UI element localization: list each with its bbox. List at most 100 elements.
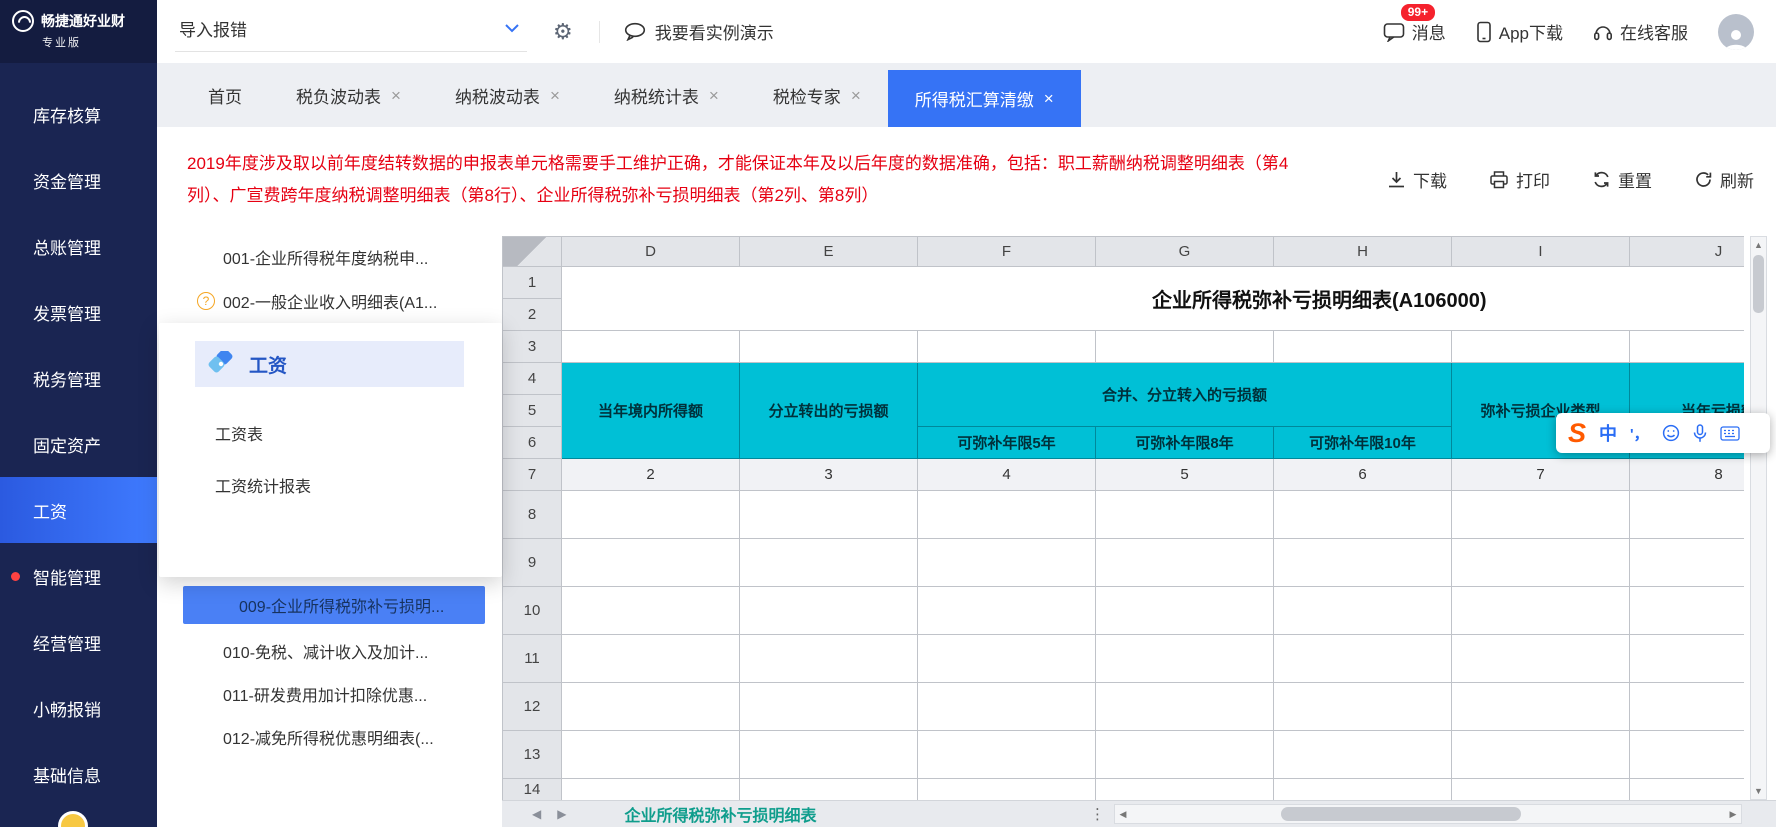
gear-icon[interactable]: ⚙: [553, 20, 573, 43]
grid-cell[interactable]: [1630, 491, 1744, 539]
close-icon[interactable]: ×: [851, 87, 861, 104]
sidebar-item-inventory[interactable]: 库存核算: [0, 81, 157, 147]
grid-cell[interactable]: [918, 491, 1096, 539]
grid-cell[interactable]: [918, 683, 1096, 731]
sidebar-item-salary[interactable]: 工资: [0, 477, 157, 543]
more-options-icon[interactable]: ⋮: [1090, 805, 1105, 823]
grid-cell[interactable]: [562, 331, 740, 363]
sidebar-item-smart-management[interactable]: 智能管理: [0, 543, 157, 609]
grid-cell[interactable]: [918, 731, 1096, 779]
grid-cell[interactable]: [740, 539, 918, 587]
user-avatar[interactable]: [1718, 13, 1754, 50]
app-download-button[interactable]: App下载: [1476, 19, 1563, 44]
refresh-button[interactable]: 刷新: [1694, 167, 1754, 192]
sidebar-item-expense[interactable]: 小畅报销: [0, 675, 157, 741]
tab-tax-statistics[interactable]: 纳税统计表 ×: [587, 63, 746, 127]
tab-tax-fluctuation[interactable]: 纳税波动表 ×: [428, 63, 587, 127]
grid-cell[interactable]: [1274, 683, 1452, 731]
grid-cell[interactable]: 7: [1452, 459, 1630, 491]
row-header[interactable]: 7: [503, 459, 562, 491]
column-header-i[interactable]: I: [1452, 237, 1630, 267]
reset-button[interactable]: 重置: [1592, 167, 1652, 192]
grid-cell[interactable]: [1452, 587, 1630, 635]
microphone-icon[interactable]: [1693, 423, 1707, 443]
grid-cell[interactable]: [1096, 539, 1274, 587]
sidebar-item-invoice[interactable]: 发票管理: [0, 279, 157, 345]
grid-cell[interactable]: 5: [1096, 459, 1274, 491]
tab-income-tax-settlement[interactable]: 所得税汇算清缴 ×: [887, 70, 1081, 127]
menu-item-salary-statistics-report[interactable]: 工资统计报表: [215, 467, 502, 503]
vertical-scrollbar[interactable]: ▲ ▼: [1750, 236, 1767, 800]
scroll-left-icon[interactable]: ◀: [1115, 809, 1131, 820]
grid-cell[interactable]: [1274, 331, 1452, 363]
row-header[interactable]: 9: [503, 539, 562, 587]
row-header[interactable]: 13: [503, 731, 562, 779]
horizontal-scrollbar[interactable]: ◀ ▶: [1114, 804, 1742, 824]
sidebar-item-basic-info[interactable]: 基础信息: [0, 741, 157, 807]
grid-cell[interactable]: [562, 635, 740, 683]
grid-cell[interactable]: [1452, 331, 1630, 363]
sidebar-item-general-ledger[interactable]: 总账管理: [0, 213, 157, 279]
ime-punctuation-toggle[interactable]: '，: [1630, 423, 1649, 444]
online-service-button[interactable]: 在线客服: [1593, 19, 1688, 44]
sidebar-item-fixed-assets[interactable]: 固定资产: [0, 411, 157, 477]
scroll-right-icon[interactable]: ▶: [1725, 809, 1741, 820]
grid-cell[interactable]: [1274, 635, 1452, 683]
grid-cell[interactable]: [1630, 779, 1744, 800]
header-cell-split-transferred-out-loss[interactable]: 分立转出的亏损额: [740, 363, 918, 459]
grid-cell[interactable]: [562, 683, 740, 731]
sheet-tab[interactable]: 企业所得税弥补亏损明细表: [624, 802, 816, 826]
grid-cell[interactable]: [918, 331, 1096, 363]
grid-cell[interactable]: [1274, 731, 1452, 779]
row-header[interactable]: 14: [503, 779, 562, 800]
row-header[interactable]: 6: [503, 427, 562, 459]
row-header[interactable]: 8: [503, 491, 562, 539]
column-header-e[interactable]: E: [740, 237, 918, 267]
import-error-dropdown[interactable]: 导入报错: [175, 12, 527, 52]
header-cell-recoverable-8-years[interactable]: 可弥补年限8年: [1096, 427, 1274, 459]
sidebar-item-business-management[interactable]: 经营管理: [0, 609, 157, 675]
report-item-002[interactable]: ? 002-一般企业收入明细表(A1...: [157, 281, 502, 321]
grid-cell[interactable]: 8: [1630, 459, 1744, 491]
ime-language-toggle[interactable]: 中: [1599, 420, 1617, 446]
grid-cell[interactable]: [562, 779, 740, 800]
grid-cell[interactable]: [1452, 491, 1630, 539]
grid-cell[interactable]: [1630, 587, 1744, 635]
row-header[interactable]: 11: [503, 635, 562, 683]
row-header[interactable]: 3: [503, 331, 562, 363]
grid-cell[interactable]: [740, 683, 918, 731]
grid-cell[interactable]: [740, 587, 918, 635]
grid-cell[interactable]: 4: [918, 459, 1096, 491]
report-item-012[interactable]: 012-减免所得税优惠明细表(...: [157, 717, 502, 757]
grid-cell[interactable]: [1452, 635, 1630, 683]
row-header[interactable]: 10: [503, 587, 562, 635]
tab-tax-burden-fluctuation[interactable]: 税负波动表 ×: [269, 63, 428, 127]
grid-cell[interactable]: [740, 731, 918, 779]
download-button[interactable]: 下载: [1387, 167, 1447, 192]
grid-cell[interactable]: [918, 587, 1096, 635]
demo-link[interactable]: 我要看实例演示: [624, 19, 774, 44]
floating-helper-bubble[interactable]: [58, 811, 88, 827]
grid-cell[interactable]: [740, 331, 918, 363]
print-button[interactable]: 打印: [1489, 167, 1550, 192]
tab-home[interactable]: 首页: [181, 63, 269, 127]
grid-cell[interactable]: [1452, 779, 1630, 800]
messages-button[interactable]: 消息 99+: [1383, 2, 1446, 44]
grid-cell[interactable]: [1096, 683, 1274, 731]
tab-tax-inspection-expert[interactable]: 税检专家 ×: [746, 63, 888, 127]
row-header[interactable]: 1: [503, 267, 562, 299]
select-all-corner[interactable]: [503, 237, 562, 267]
emoji-icon[interactable]: [1662, 424, 1680, 442]
report-item-010[interactable]: 010-免税、减计收入及加计...: [157, 631, 502, 671]
scroll-up-icon[interactable]: ▲: [1754, 237, 1763, 253]
grid-cell[interactable]: [1630, 731, 1744, 779]
header-cell-recoverable-5-years[interactable]: 可弥补年限5年: [918, 427, 1096, 459]
grid-cell[interactable]: [1274, 779, 1452, 800]
grid-cell[interactable]: [740, 779, 918, 800]
grid-cell[interactable]: [1630, 635, 1744, 683]
grid-cell[interactable]: [562, 491, 740, 539]
sheet-next-icon[interactable]: ▶: [557, 807, 566, 821]
row-header[interactable]: 4: [503, 363, 562, 395]
close-icon[interactable]: ×: [550, 87, 560, 104]
report-item-001[interactable]: 001-企业所得税年度纳税申...: [157, 237, 502, 277]
